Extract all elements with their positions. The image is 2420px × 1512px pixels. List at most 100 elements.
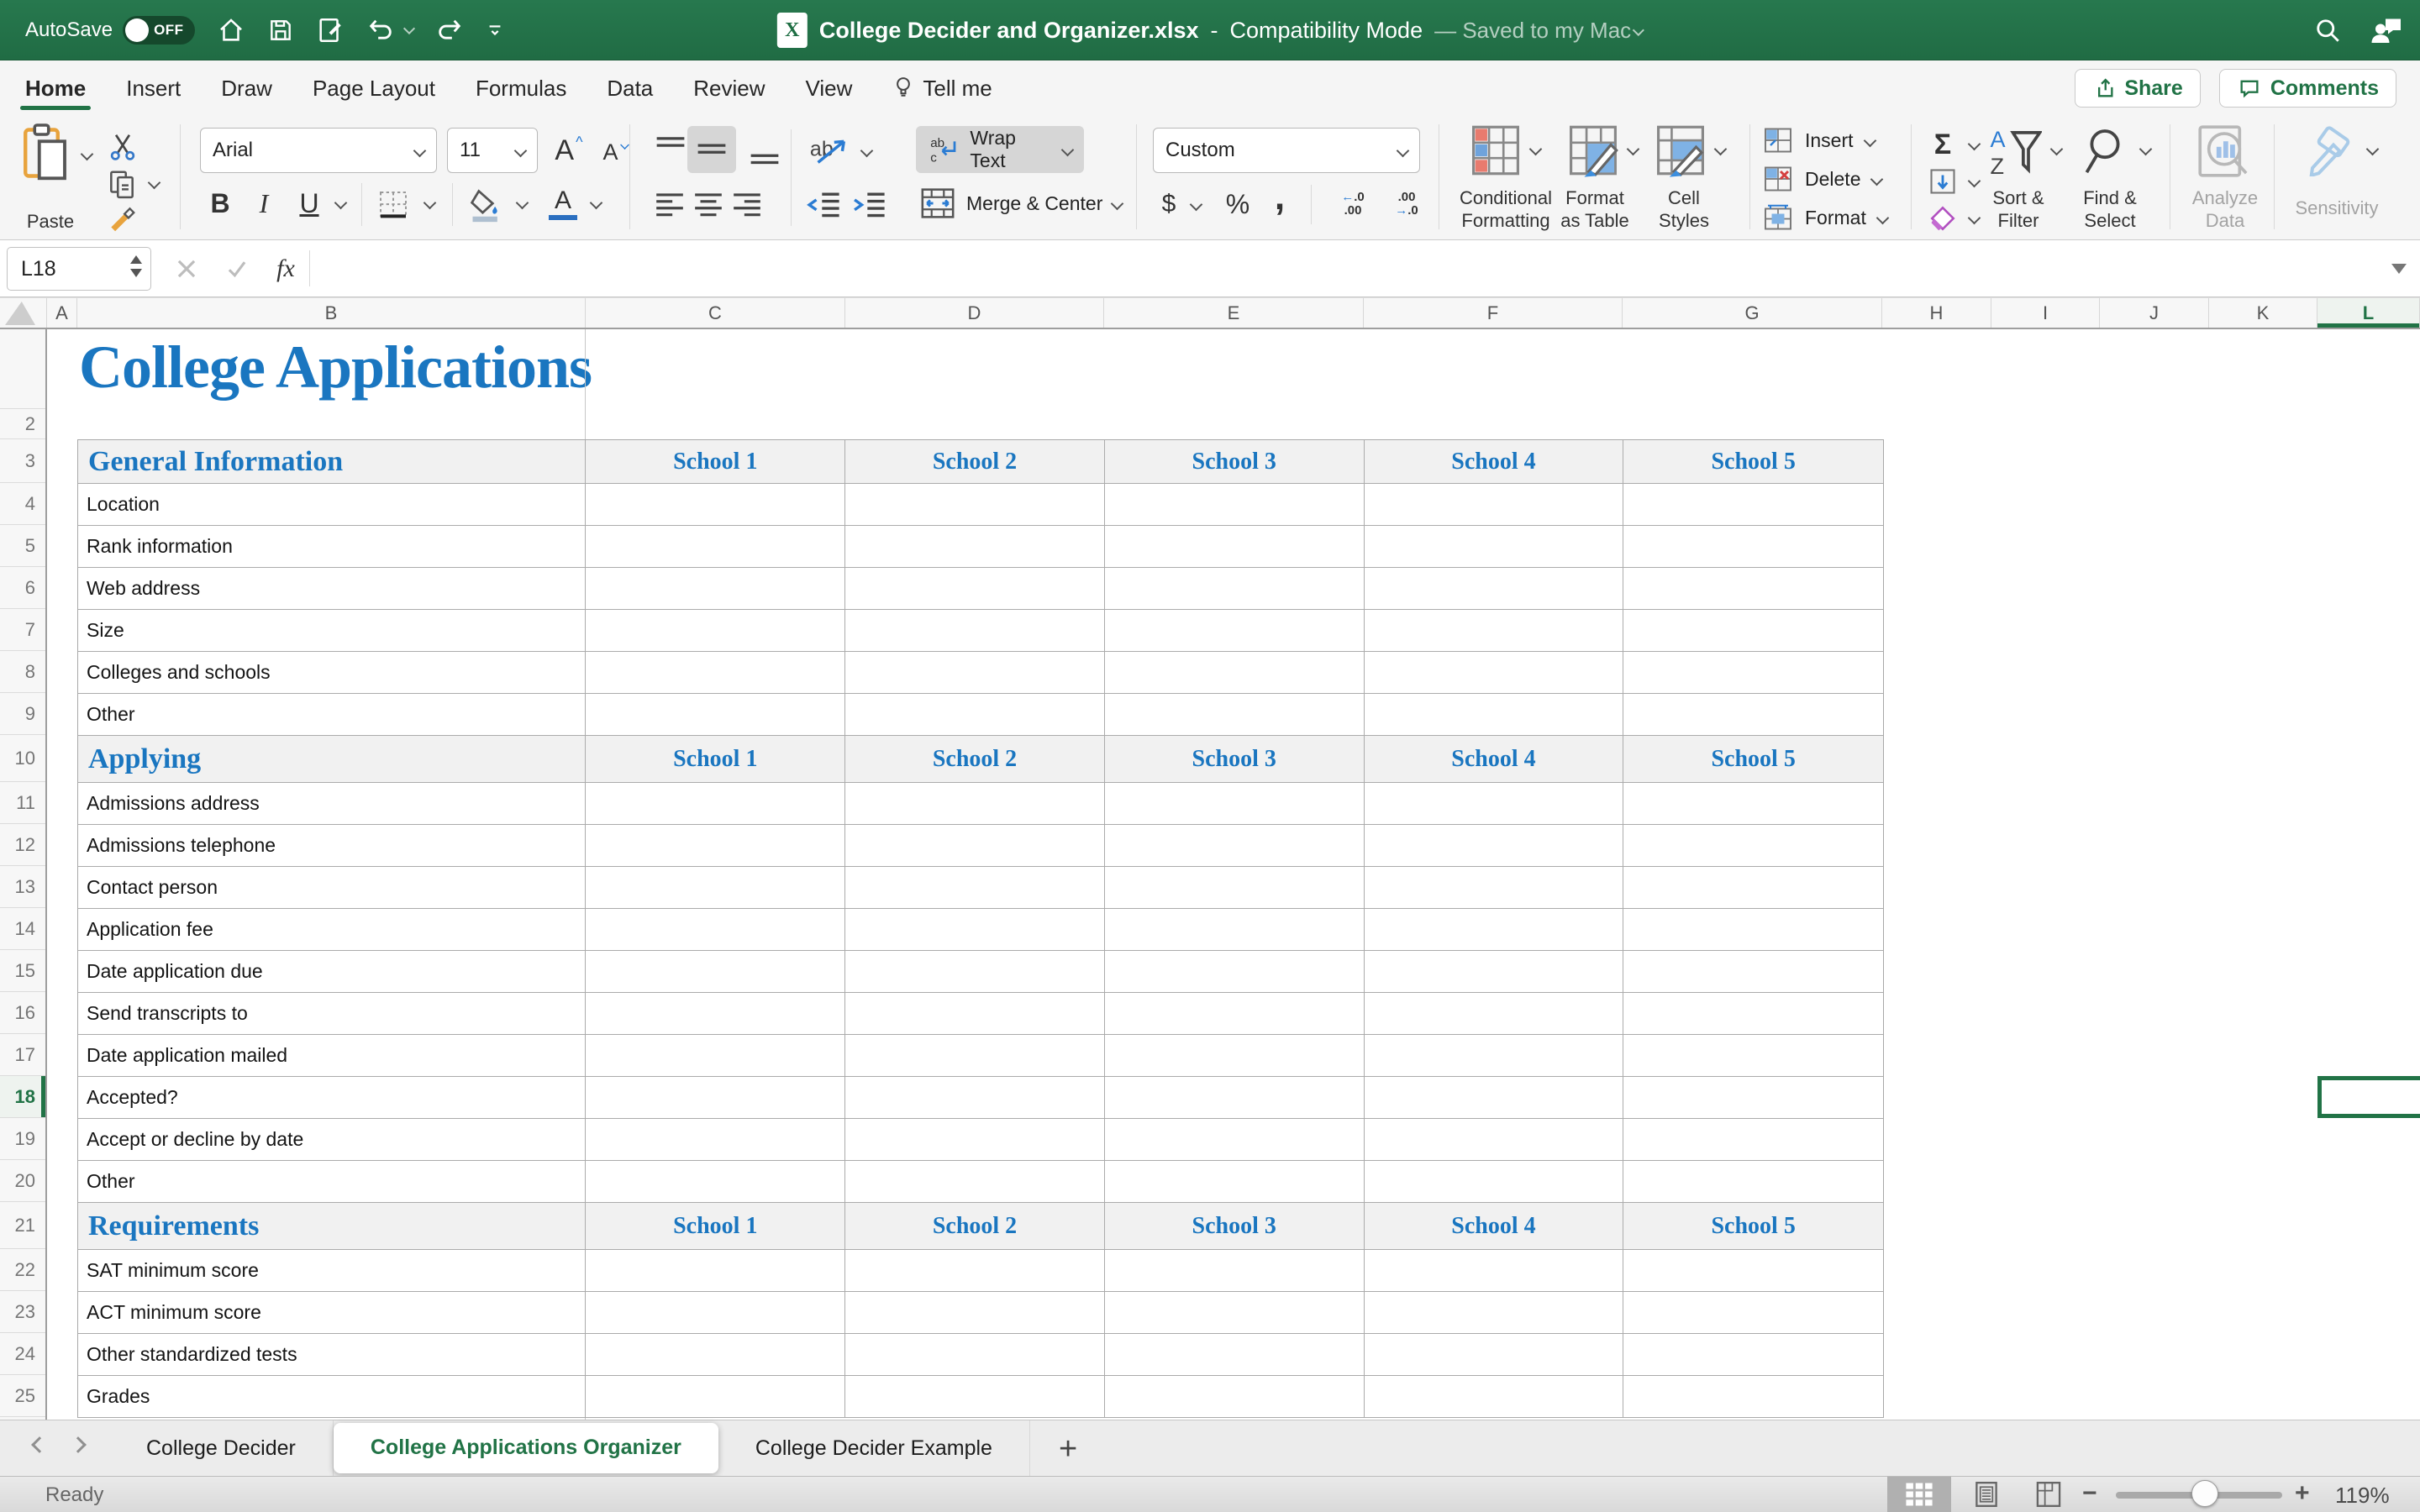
align-bottom-button[interactable]: [748, 138, 781, 168]
sensitivity-dropdown-icon[interactable]: [2365, 142, 2380, 156]
fill-color-button[interactable]: [467, 186, 506, 223]
empty-cell[interactable]: [586, 993, 846, 1034]
sheet-nav-left-icon[interactable]: [31, 1436, 48, 1453]
tab-page-layout[interactable]: Page Layout: [311, 64, 437, 113]
align-middle-button[interactable]: [687, 126, 736, 173]
tab-view[interactable]: View: [804, 64, 855, 113]
format-painter-button[interactable]: [106, 203, 138, 235]
underline-dropdown-icon[interactable]: [334, 196, 348, 210]
column-header-H[interactable]: H: [1882, 298, 1991, 328]
comma-format-button[interactable]: ,: [1267, 176, 1292, 218]
empty-cell[interactable]: [845, 867, 1105, 908]
increase-indent-button[interactable]: [850, 190, 887, 218]
empty-cell[interactable]: [845, 1077, 1105, 1118]
row-label-cell[interactable]: Application fee: [78, 909, 587, 950]
select-all-corner[interactable]: [0, 298, 47, 328]
fill-dropdown-icon[interactable]: [1967, 174, 1981, 188]
empty-cell[interactable]: [1105, 909, 1365, 950]
format-as-table-button[interactable]: [1566, 123, 1620, 178]
empty-cell[interactable]: [1365, 526, 1624, 567]
empty-cell[interactable]: [1623, 1334, 1883, 1375]
empty-cell[interactable]: [1365, 951, 1624, 992]
name-box[interactable]: L18: [7, 247, 151, 291]
empty-cell[interactable]: [1365, 993, 1624, 1034]
borders-button[interactable]: [375, 188, 412, 222]
undo-dropdown-icon[interactable]: [403, 22, 416, 35]
empty-cell[interactable]: [586, 1119, 846, 1160]
column-header-D[interactable]: D: [845, 298, 1104, 328]
empty-cell[interactable]: [1365, 1035, 1624, 1076]
empty-cell[interactable]: [1623, 1161, 1883, 1202]
empty-cell[interactable]: [845, 1035, 1105, 1076]
empty-cell[interactable]: [1365, 867, 1624, 908]
empty-cell[interactable]: [586, 1035, 846, 1076]
row-label-cell[interactable]: Accept or decline by date: [78, 1119, 587, 1160]
empty-cell[interactable]: [845, 694, 1105, 735]
merge-center-button[interactable]: Merge & Center: [919, 186, 1124, 220]
font-color-button[interactable]: A: [544, 185, 581, 223]
autosum-button[interactable]: Σ: [1926, 128, 1960, 161]
conditional-formatting-button[interactable]: [1469, 123, 1523, 178]
column-header-F[interactable]: F: [1364, 298, 1623, 328]
column-header-J[interactable]: J: [2100, 298, 2209, 328]
column-header-C[interactable]: C: [586, 298, 845, 328]
share-presence-icon[interactable]: [2368, 14, 2403, 46]
empty-cell[interactable]: [1365, 1119, 1624, 1160]
empty-cell[interactable]: [1105, 1334, 1365, 1375]
zoom-in-button[interactable]: +: [2295, 1479, 2310, 1508]
row-header-22[interactable]: 22: [0, 1249, 45, 1291]
fill-color-dropdown-icon[interactable]: [515, 196, 529, 210]
empty-cell[interactable]: [1105, 526, 1365, 567]
row-label-cell[interactable]: ACT minimum score: [78, 1292, 587, 1333]
row-label-cell[interactable]: Other: [78, 694, 587, 735]
print-preview-icon[interactable]: [316, 16, 345, 45]
empty-cell[interactable]: [845, 909, 1105, 950]
empty-cell[interactable]: [1623, 526, 1883, 567]
empty-cell[interactable]: [1623, 568, 1883, 609]
empty-cell[interactable]: [1105, 484, 1365, 525]
search-icon[interactable]: [2312, 15, 2343, 45]
empty-cell[interactable]: [1105, 1292, 1365, 1333]
empty-cell[interactable]: [1623, 825, 1883, 866]
empty-cell[interactable]: [586, 610, 846, 651]
empty-cell[interactable]: [586, 1250, 846, 1291]
empty-cell[interactable]: [1623, 1250, 1883, 1291]
empty-cell[interactable]: [1365, 1161, 1624, 1202]
empty-cell[interactable]: [586, 1292, 846, 1333]
selected-cell-L18[interactable]: [2317, 1076, 2420, 1118]
align-center-button[interactable]: [692, 190, 724, 218]
currency-dropdown-icon[interactable]: [1189, 197, 1203, 212]
empty-cell[interactable]: [845, 951, 1105, 992]
analyze-data-button[interactable]: [2195, 123, 2254, 180]
empty-cell[interactable]: [1365, 652, 1624, 693]
name-box-steppers[interactable]: [130, 255, 142, 277]
empty-cell[interactable]: [586, 783, 846, 824]
delete-cells-button[interactable]: Delete: [1763, 165, 1884, 193]
row-header-2[interactable]: 2: [0, 409, 45, 439]
empty-cell[interactable]: [586, 951, 846, 992]
column-header-E[interactable]: E: [1104, 298, 1364, 328]
row-header-5[interactable]: 5: [0, 525, 45, 567]
sheet-nav-right-icon[interactable]: [70, 1436, 87, 1453]
empty-cell[interactable]: [845, 993, 1105, 1034]
row-label-cell[interactable]: Accepted?: [78, 1077, 587, 1118]
tab-formulas[interactable]: Formulas: [474, 64, 568, 113]
empty-cell[interactable]: [1105, 951, 1365, 992]
empty-cell[interactable]: [586, 1376, 846, 1417]
empty-cell[interactable]: [586, 526, 846, 567]
empty-cell[interactable]: [1623, 694, 1883, 735]
empty-cell[interactable]: [845, 1119, 1105, 1160]
row-label-cell[interactable]: Other standardized tests: [78, 1334, 587, 1375]
empty-cell[interactable]: [1105, 568, 1365, 609]
empty-cell[interactable]: [1623, 1376, 1883, 1417]
increase-decimal-button[interactable]: .00 →.0: [1383, 186, 1430, 222]
font-name-select[interactable]: Arial: [200, 128, 437, 173]
tab-draw[interactable]: Draw: [219, 64, 274, 113]
tab-insert[interactable]: Insert: [124, 64, 182, 113]
page-layout-view-button[interactable]: [1954, 1477, 2018, 1512]
empty-cell[interactable]: [1105, 1250, 1365, 1291]
row-header-8[interactable]: 8: [0, 651, 45, 693]
row-label-cell[interactable]: Contact person: [78, 867, 587, 908]
school-header-cell[interactable]: School 2: [845, 736, 1105, 782]
section-title-cell[interactable]: Applying: [78, 736, 587, 782]
